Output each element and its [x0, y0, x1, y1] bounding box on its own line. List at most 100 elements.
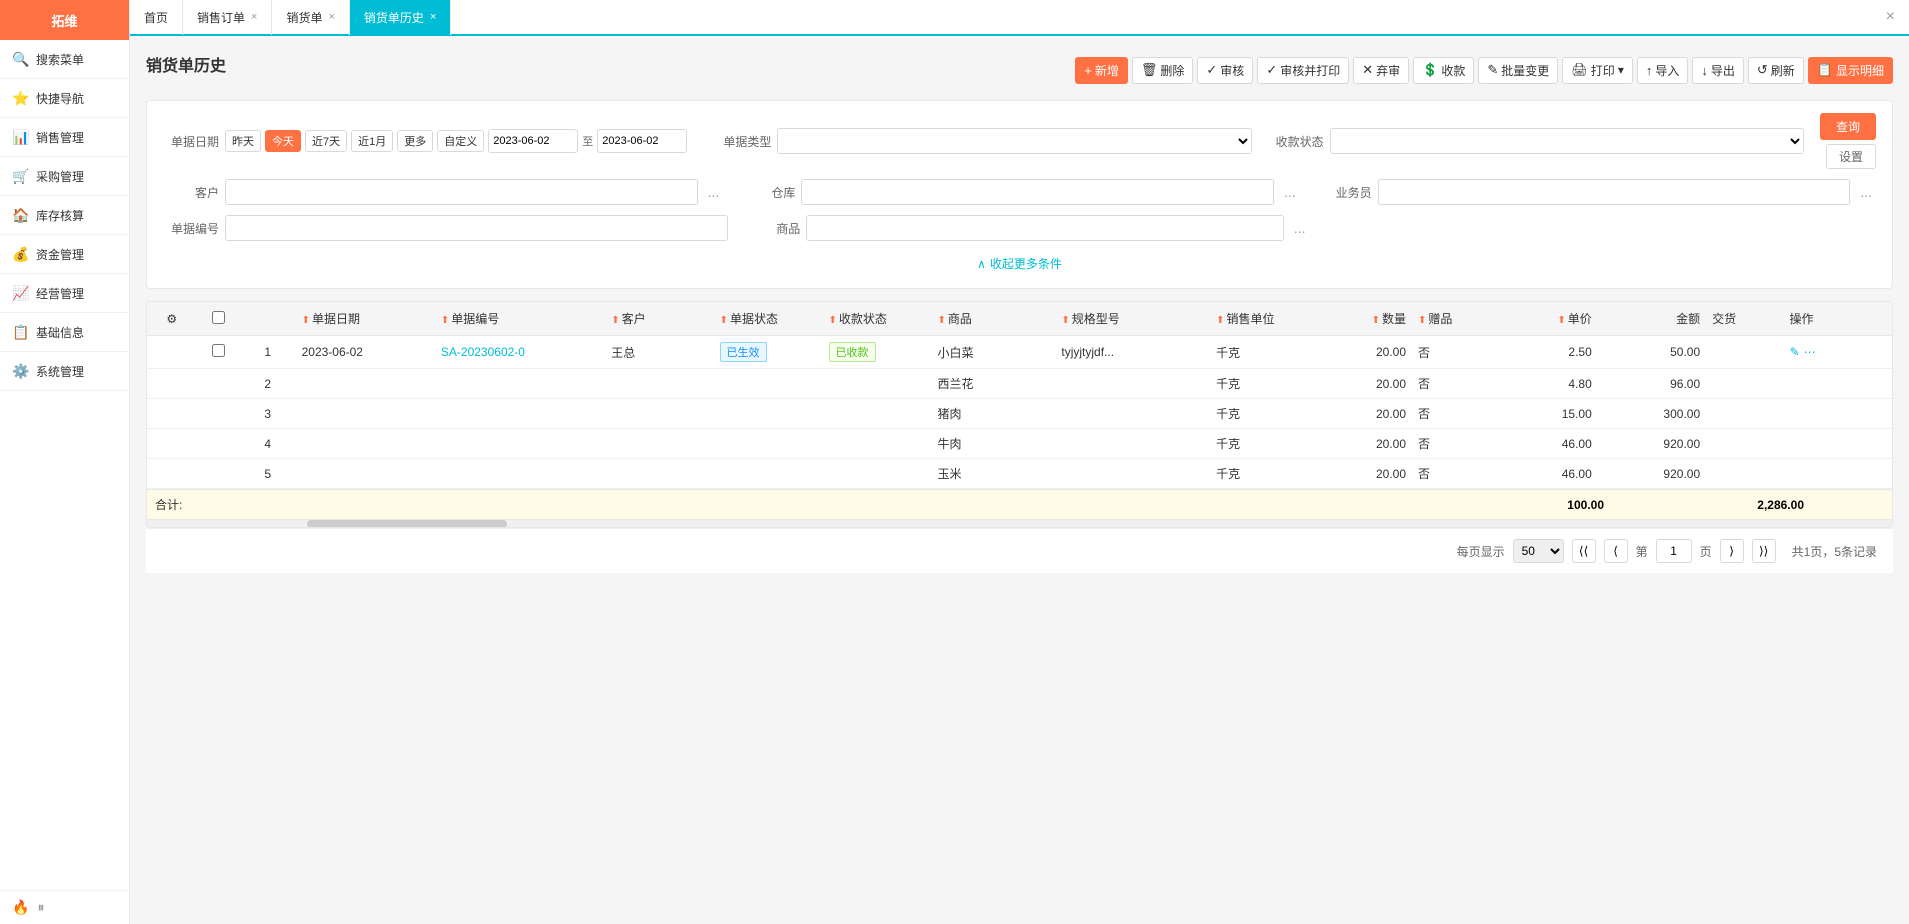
last-page-btn[interactable]: ⟩⟩ [1752, 539, 1776, 563]
row-status [714, 459, 823, 489]
row-gear [147, 459, 197, 489]
spec-column-header[interactable]: ⬆规格型号 [1055, 302, 1210, 336]
tab-home[interactable]: 首页 [130, 0, 183, 35]
row-price: 46.00 [1489, 429, 1597, 459]
doc-icon: 📋 [12, 323, 30, 341]
goods-dots-btn[interactable]: ... [1290, 220, 1310, 236]
first-page-btn[interactable]: ⟨⟨ [1572, 539, 1596, 563]
customer-dots-btn[interactable]: ... [704, 184, 724, 200]
tab-sales-history[interactable]: 销货单历史 × [350, 0, 451, 35]
close-all-tabs[interactable]: × [1872, 8, 1909, 26]
row-action[interactable]: ✎⋯ [1784, 336, 1892, 369]
row-customer [605, 399, 713, 429]
home-icon: 🏠 [12, 206, 30, 224]
salesperson-input[interactable] [1378, 179, 1851, 205]
row-no[interactable]: SA-20230602-0 [435, 336, 605, 369]
salesperson-dots-btn[interactable]: ... [1856, 184, 1876, 200]
settings-button[interactable]: 设置 [1826, 144, 1876, 169]
gift-sort-icon: ⬆ [1418, 315, 1426, 326]
filter-section: 单据日期 昨天 今天 近7天 近1月 更多 自定义 至 单据类型 [146, 100, 1893, 289]
prev-page-btn[interactable]: ⟨ [1604, 539, 1628, 563]
next-page-btn[interactable]: ⟩ [1720, 539, 1744, 563]
checkbox-column-header [197, 302, 240, 336]
qty-column-header[interactable]: ⬆数量 [1319, 302, 1412, 336]
edit-icon[interactable]: ✎ [1790, 345, 1800, 359]
filter-row-1: 单据日期 昨天 今天 近7天 近1月 更多 自定义 至 单据类型 [163, 113, 1876, 169]
sidebar-item-operation-mgmt[interactable]: 📈 经营管理 [0, 274, 129, 313]
warehouse-input[interactable] [801, 179, 1274, 205]
doc-type-select[interactable] [777, 128, 1251, 154]
goods-column-header[interactable]: ⬆商品 [932, 302, 1056, 336]
batch-change-button[interactable]: ✎ 批量变更 [1478, 57, 1558, 84]
row-trade [1706, 399, 1783, 429]
scroll-thumb[interactable] [307, 520, 507, 528]
row-cb [197, 429, 240, 459]
select-all-checkbox[interactable] [212, 311, 225, 324]
unit-column-header[interactable]: ⬆销售单位 [1210, 302, 1319, 336]
status-column-header[interactable]: ⬆单据状态 [714, 302, 823, 336]
delete-button[interactable]: 🗑 删除 [1132, 57, 1194, 84]
import-button[interactable]: ↑ 导入 [1637, 57, 1689, 84]
sidebar-item-finance-mgmt[interactable]: 💰 资金管理 [0, 235, 129, 274]
date-btn-last1m[interactable]: 近1月 [351, 130, 393, 152]
sidebar-item-sales-mgmt[interactable]: 📊 销售管理 [0, 118, 129, 157]
sidebar-item-search-menu[interactable]: 🔍 搜索菜单 [0, 40, 129, 79]
fire-icon[interactable]: 🔥 [12, 899, 29, 916]
print-button[interactable]: 🖨 打印 ▾ [1562, 57, 1633, 84]
no-column-header[interactable]: ⬆单据编号 [435, 302, 605, 336]
add-button[interactable]: + 新增 [1075, 57, 1128, 84]
export-button[interactable]: ↓ 导出 [1692, 57, 1744, 84]
date-column-header[interactable]: ⬆单据日期 [296, 302, 435, 336]
abandon-button[interactable]: ✕ 弃审 [1353, 57, 1409, 84]
date-btn-today[interactable]: 今天 [265, 130, 301, 152]
page-input[interactable] [1656, 539, 1692, 563]
refresh-button[interactable]: ↺ 刷新 [1748, 57, 1804, 84]
more-icon[interactable]: ⋯ [1804, 345, 1816, 359]
audit-button[interactable]: ✓ 审核 [1197, 57, 1253, 84]
content-area: 销货单历史 + 新增 🗑 删除 ✓ 审核 ✓ 审核并打印 [130, 36, 1909, 924]
pause-icon[interactable]: ⏸ [37, 899, 44, 916]
page-size-select[interactable]: 20 50 100 [1513, 539, 1564, 563]
tab-sales-history-close[interactable]: × [430, 11, 436, 23]
date-btn-last7[interactable]: 近7天 [305, 130, 347, 152]
tab-sales-order-close[interactable]: × [251, 11, 257, 23]
pay-status-select[interactable] [1330, 128, 1804, 154]
sidebar-item-inventory[interactable]: 🏠 库存核算 [0, 196, 129, 235]
row-checkbox[interactable] [212, 344, 225, 357]
date-to-input[interactable] [597, 129, 687, 153]
settings-column-header[interactable]: ⚙ [147, 302, 197, 336]
tab-sales-order[interactable]: 销售订单 × [183, 0, 272, 35]
collect-button[interactable]: 💲 收款 [1413, 57, 1474, 84]
row-trade [1706, 429, 1783, 459]
sidebar-item-basic-info[interactable]: 📋 基础信息 [0, 313, 129, 352]
row-num: 1 [240, 336, 296, 369]
tab-sales-goods[interactable]: 销货单 × [272, 0, 349, 35]
warehouse-dots-btn[interactable]: ... [1280, 184, 1300, 200]
customer-input[interactable] [225, 179, 698, 205]
collapse-filter-btn[interactable]: ∧ 收起更多条件 [163, 251, 1876, 276]
tab-sales-goods-close[interactable]: × [328, 11, 334, 23]
query-button[interactable]: 查询 [1820, 113, 1876, 140]
row-customer [605, 429, 713, 459]
date-btn-yesterday[interactable]: 昨天 [225, 130, 261, 152]
goods-input[interactable] [806, 215, 1284, 241]
date-from-input[interactable] [488, 129, 578, 153]
audit-print-button[interactable]: ✓ 审核并打印 [1257, 57, 1349, 84]
row-goods: 牛肉 [932, 429, 1056, 459]
sidebar-item-quick-nav[interactable]: ⭐ 快捷导航 [0, 79, 129, 118]
show-detail-button[interactable]: 📋 显示明细 [1808, 57, 1893, 84]
import-icon: ↑ [1646, 63, 1653, 78]
sidebar-item-purchase-mgmt[interactable]: 🛒 采购管理 [0, 157, 129, 196]
date-btn-custom[interactable]: 自定义 [437, 130, 484, 152]
doc-no-link[interactable]: SA-20230602-0 [441, 345, 525, 359]
date-btn-more[interactable]: 更多 [397, 130, 433, 152]
action-column-header: 操作 [1784, 302, 1892, 336]
pay-column-header[interactable]: ⬆收款状态 [823, 302, 932, 336]
customer-column-header[interactable]: ⬆客户 [605, 302, 713, 336]
sidebar-item-system-mgmt[interactable]: ⚙️ 系统管理 [0, 352, 129, 391]
horizontal-scrollbar[interactable] [147, 519, 1892, 527]
gift-column-header[interactable]: ⬆赠品 [1412, 302, 1489, 336]
delete-icon: 🗑 [1141, 62, 1158, 78]
price-column-header[interactable]: ⬆单价 [1489, 302, 1597, 336]
doc-no-input[interactable] [225, 215, 728, 241]
